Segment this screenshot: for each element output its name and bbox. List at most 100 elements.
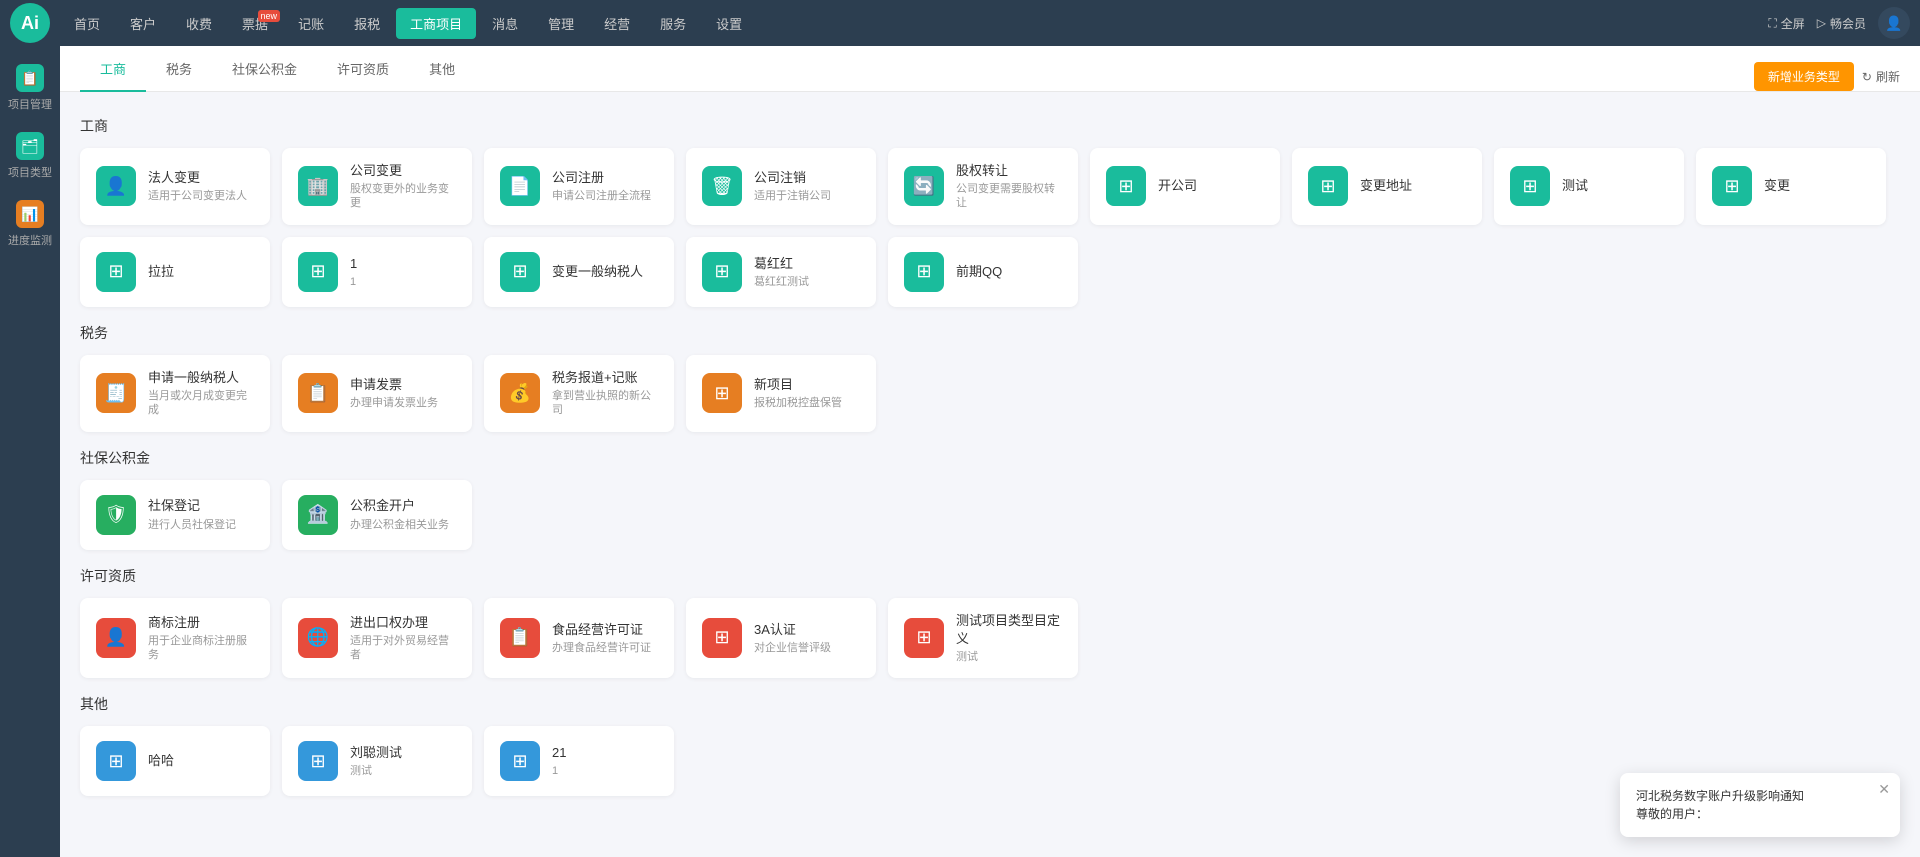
- card-desc-shangbiao: 用于企业商标注册服务: [148, 634, 254, 663]
- nav-manage[interactable]: 管理: [534, 8, 588, 39]
- section-title-xuke: 许可资质: [80, 566, 1900, 586]
- app-logo: Ai: [10, 3, 50, 43]
- card-icon-lala: ⊞: [96, 252, 136, 292]
- card-title-gongjijin: 公积金开户: [350, 497, 449, 515]
- card-kaigongsi[interactable]: ⊞ 开公司: [1090, 148, 1280, 225]
- card-text-21: 21 1: [552, 744, 566, 778]
- section-title-gongshang: 工商: [80, 116, 1900, 136]
- card-icon-ceshi-xuke: ⊞: [904, 618, 944, 658]
- card-gongjijin[interactable]: 🏦 公积金开户 办理公积金相关业务: [282, 480, 472, 550]
- nav-bookkeep[interactable]: 记账: [284, 8, 338, 39]
- card-icon-ceshi: ⊞: [1510, 166, 1550, 206]
- card-text-naishuren: 申请一般纳税人 当月或次月成变更完成: [148, 369, 254, 418]
- member-button[interactable]: ▷ 畅会员: [1817, 15, 1866, 32]
- notification-close-button[interactable]: ✕: [1878, 781, 1890, 798]
- card-icon-haha: ⊞: [96, 741, 136, 781]
- card-text-kaigongsi: 开公司: [1158, 177, 1197, 195]
- card-jinchugou[interactable]: 🌐 进出口权办理 适用于对外贸易经营者: [282, 598, 472, 679]
- card-liucong[interactable]: ⊞ 刘聪测试 测试: [282, 726, 472, 796]
- card-biangengdizhi[interactable]: ⊞ 变更地址: [1292, 148, 1482, 225]
- card-biangeng[interactable]: ⊞ 变更: [1696, 148, 1886, 225]
- content-area: 工商 👤 法人变更 适用于公司变更法人 🏢 公司变更 股权变更外的业务变更 📄: [60, 92, 1920, 828]
- card-title-biangengnaishui: 变更一般纳税人: [552, 263, 643, 281]
- card-zhuxiao[interactable]: 🗑 公司注销 适用于注销公司: [686, 148, 876, 225]
- notification-text: 河北税务数字账户升级影响通知尊敬的用户：: [1636, 787, 1884, 823]
- card-text-zhuce: 公司注册 申请公司注册全流程: [552, 169, 651, 203]
- card-text-gongsibiangeng: 公司变更 股权变更外的业务变更: [350, 162, 456, 211]
- card-icon-liucong: ⊞: [298, 741, 338, 781]
- new-badge: new: [258, 10, 281, 22]
- card-guquan[interactable]: 🔄 股权转让 公司变更需要股权转让: [888, 148, 1078, 225]
- card-lala[interactable]: ⊞ 拉拉: [80, 237, 270, 307]
- card-shebaodengji[interactable]: 🛡 社保登记 进行人员社保登记: [80, 480, 270, 550]
- card-ceshi[interactable]: ⊞ 测试: [1494, 148, 1684, 225]
- nav-service[interactable]: 服务: [646, 8, 700, 39]
- tab-qita[interactable]: 其他: [409, 47, 475, 92]
- card-icon-biangeng: ⊞: [1712, 166, 1752, 206]
- card-ceshi-xuke[interactable]: ⊞ 测试项目类型目定义 测试: [888, 598, 1078, 679]
- sidebar-item-project-manage[interactable]: 📋 项目管理: [3, 56, 57, 120]
- refresh-icon: ↻: [1862, 70, 1872, 84]
- card-icon-baodao: 💰: [500, 373, 540, 413]
- tab-actions: 新增业务类型 ↻ 刷新: [1754, 62, 1900, 91]
- card-biangengnaishui[interactable]: ⊞ 变更一般纳税人: [484, 237, 674, 307]
- sidebar-item-project-type[interactable]: 🗂 项目类型: [3, 124, 57, 188]
- sidebar-label-progress: 进度监测: [8, 232, 52, 248]
- card-text-baodao: 税务报道+记账 拿到营业执照的新公司: [552, 369, 658, 418]
- nav-items: 首页 客户 收费 票据new 记账 报税 工商项目 消息 管理 经营 服务 设置: [60, 8, 1768, 39]
- card-title-haha: 哈哈: [148, 752, 174, 770]
- nav-ticket[interactable]: 票据new: [228, 8, 282, 39]
- add-type-button[interactable]: 新增业务类型: [1754, 62, 1854, 91]
- nav-fee[interactable]: 收费: [172, 8, 226, 39]
- card-1[interactable]: ⊞ 1 1: [282, 237, 472, 307]
- card-baodao[interactable]: 💰 税务报道+记账 拿到营业执照的新公司: [484, 355, 674, 432]
- card-icon-1: ⊞: [298, 252, 338, 292]
- notification-banner: ✕ 河北税务数字账户升级影响通知尊敬的用户：: [1620, 773, 1900, 837]
- card-fapiao[interactable]: 📋 申请发票 办理申请发票业务: [282, 355, 472, 432]
- card-qianqiqq[interactable]: ⊞ 前期QQ: [888, 237, 1078, 307]
- card-shangbiao[interactable]: 👤 商标注册 用于企业商标注册服务: [80, 598, 270, 679]
- card-title-xinxiangmu: 新项目: [754, 376, 842, 394]
- nav-right: ⛶ 全屏 ▷ 畅会员 👤: [1768, 7, 1910, 39]
- card-text-lala: 拉拉: [148, 263, 174, 281]
- nav-industry[interactable]: 工商项目: [396, 8, 476, 39]
- tab-shuiwu[interactable]: 税务: [146, 47, 212, 92]
- tab-gongshang[interactable]: 工商: [80, 47, 146, 92]
- card-desc-shebaodengji: 进行人员社保登记: [148, 518, 236, 532]
- card-naishuren[interactable]: 🧾 申请一般纳税人 当月或次月成变更完成: [80, 355, 270, 432]
- card-gongsibiangeng[interactable]: 🏢 公司变更 股权变更外的业务变更: [282, 148, 472, 225]
- nav-message[interactable]: 消息: [478, 8, 532, 39]
- sidebar-item-progress[interactable]: 📊 进度监测: [3, 192, 57, 256]
- card-xinxiangmu[interactable]: ⊞ 新项目 报税加税控盘保管: [686, 355, 876, 432]
- card-desc-gongjijin: 办理公积金相关业务: [350, 518, 449, 532]
- card-desc-3a: 对企业信誉评级: [754, 641, 831, 655]
- card-haha[interactable]: ⊞ 哈哈: [80, 726, 270, 796]
- card-title-qianqiqq: 前期QQ: [956, 263, 1002, 281]
- card-text-biangengnaishui: 变更一般纳税人: [552, 263, 643, 281]
- tab-shebao[interactable]: 社保公积金: [212, 47, 317, 92]
- card-text-gongjijin: 公积金开户 办理公积金相关业务: [350, 497, 449, 531]
- card-desc-xinxiangmu: 报税加税控盘保管: [754, 396, 842, 410]
- section-title-shuiwu: 税务: [80, 323, 1900, 343]
- nav-tax[interactable]: 报税: [340, 8, 394, 39]
- card-faluren[interactable]: 👤 法人变更 适用于公司变更法人: [80, 148, 270, 225]
- card-text-ceshi: 测试: [1562, 177, 1588, 195]
- card-icon-fapiao: 📋: [298, 373, 338, 413]
- refresh-button[interactable]: ↻ 刷新: [1862, 68, 1900, 85]
- card-zhuce[interactable]: 📄 公司注册 申请公司注册全流程: [484, 148, 674, 225]
- nav-operation[interactable]: 经营: [590, 8, 644, 39]
- card-3a[interactable]: ⊞ 3A认证 对企业信誉评级: [686, 598, 876, 679]
- card-shipin[interactable]: 📋 食品经营许可证 办理食品经营许可证: [484, 598, 674, 679]
- nav-settings[interactable]: 设置: [702, 8, 756, 39]
- nav-home[interactable]: 首页: [60, 8, 114, 39]
- fullscreen-button[interactable]: ⛶ 全屏: [1768, 15, 1804, 32]
- cards-grid-gongshang: 👤 法人变更 适用于公司变更法人 🏢 公司变更 股权变更外的业务变更 📄 公司注…: [80, 148, 1900, 307]
- user-avatar[interactable]: 👤: [1878, 7, 1910, 39]
- nav-client[interactable]: 客户: [116, 8, 170, 39]
- card-gehonghong[interactable]: ⊞ 葛红红 葛红红测试: [686, 237, 876, 307]
- card-icon-21: ⊞: [500, 741, 540, 781]
- card-21[interactable]: ⊞ 21 1: [484, 726, 674, 796]
- tab-xuke[interactable]: 许可资质: [317, 47, 409, 92]
- card-title-guquan: 股权转让: [956, 162, 1062, 180]
- sidebar-label-project-manage: 项目管理: [8, 96, 52, 112]
